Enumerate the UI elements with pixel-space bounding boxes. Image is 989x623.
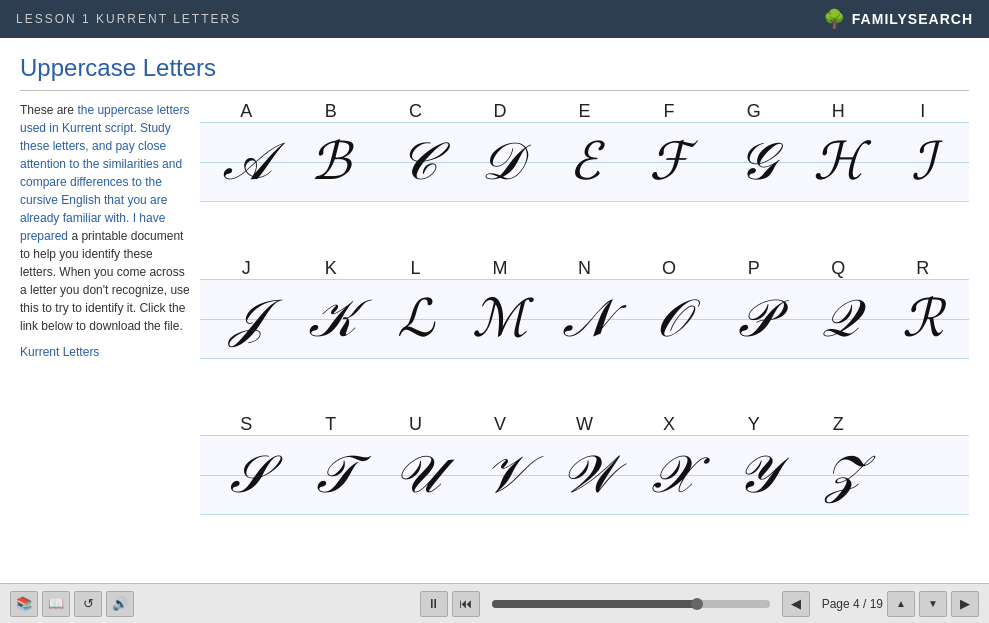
kurrent-M: ℳ xyxy=(458,293,543,345)
print-E: E xyxy=(542,101,627,122)
print-P: P xyxy=(711,258,796,279)
next-page-button[interactable]: ▶ xyxy=(951,591,979,617)
kurrent-T: 𝒯 xyxy=(289,449,374,501)
kurrent-C: 𝒞 xyxy=(373,136,458,188)
print-T: T xyxy=(289,414,374,435)
sidebar-highlight: the uppercase letters used in Kurrent sc… xyxy=(20,103,189,243)
kurrent-Z: 𝒵 xyxy=(796,449,881,501)
progress-fill xyxy=(492,600,700,608)
kurrent-B: ℬ xyxy=(289,136,374,188)
print-U: U xyxy=(373,414,458,435)
bottom-toolbar: 📚 📖 ↺ 🔊 ⏸ ⏮ ◀ Page 4 / 19 ▲ ▼ ▶ xyxy=(0,583,989,623)
progress-thumb xyxy=(691,598,703,610)
print-B: B xyxy=(289,101,374,122)
kurrent-F: ℱ xyxy=(627,136,712,188)
kurrent-W: 𝒲 xyxy=(542,449,627,501)
skip-back-button[interactable]: ⏮ xyxy=(452,591,480,617)
print-Q: Q xyxy=(796,258,881,279)
kurrent-S: 𝒮 xyxy=(204,449,289,501)
kurrent-H: ℋ xyxy=(796,136,881,188)
print-M: M xyxy=(458,258,543,279)
print-C: C xyxy=(373,101,458,122)
library-button[interactable]: 📚 xyxy=(10,591,38,617)
page-down-button[interactable]: ▼ xyxy=(919,591,947,617)
print-letters-row-1: A B C D E F G H I xyxy=(200,101,969,122)
kurrent-K: 𝒦 xyxy=(289,293,374,345)
kurrent-A: 𝒜 xyxy=(204,136,289,188)
print-I: I xyxy=(881,101,966,122)
main-content: Uppercase Letters These are the uppercas… xyxy=(0,38,989,583)
print-F: F xyxy=(627,101,712,122)
book-button[interactable]: 📖 xyxy=(42,591,70,617)
body-content: These are the uppercase letters used in … xyxy=(20,101,969,567)
page-up-button[interactable]: ▲ xyxy=(887,591,915,617)
logo-text: FAMILYSEARCH xyxy=(852,11,973,27)
print-Z: Z xyxy=(796,414,881,435)
kurrent-E: ℰ xyxy=(542,136,627,188)
print-J: J xyxy=(204,258,289,279)
print-K: K xyxy=(289,258,374,279)
print-A: A xyxy=(204,101,289,122)
print-W: W xyxy=(542,414,627,435)
kurrent-D: 𝒟 xyxy=(458,136,543,188)
volume-button[interactable]: 🔊 xyxy=(106,591,134,617)
kurrent-U: 𝒰 xyxy=(373,449,458,501)
kurrent-P: 𝒫 xyxy=(711,293,796,345)
content-area: Uppercase Letters These are the uppercas… xyxy=(0,38,989,583)
kurrent-O: 𝒪 xyxy=(627,293,712,345)
print-X: X xyxy=(627,414,712,435)
letter-row-3: S T U V W X Y Z 𝒮 𝒯 𝒰 𝒱 xyxy=(200,414,969,567)
refresh-button[interactable]: ↺ xyxy=(74,591,102,617)
print-L: L xyxy=(373,258,458,279)
kurrent-Q: 𝒬 xyxy=(796,293,881,345)
letter-row-1: A B C D E F G H I 𝒜 ℬ 𝒞 𝒟 xyxy=(200,101,969,254)
letter-row-2: J K L M N O P Q R 𝒥 𝒦 ℒ ℳ xyxy=(200,258,969,411)
print-R: R xyxy=(881,258,966,279)
print-S: S xyxy=(204,414,289,435)
sidebar-paragraph: These are the uppercase letters used in … xyxy=(20,101,190,335)
kurrent-V: 𝒱 xyxy=(458,449,543,501)
kurrent-letters-link[interactable]: Kurrent Letters xyxy=(20,343,190,361)
print-letters-row-3: S T U V W X Y Z xyxy=(200,414,969,435)
kurrent-G: 𝒢 xyxy=(711,136,796,188)
kurrent-I: ℐ xyxy=(881,136,966,188)
page-info: Page 4 / 19 xyxy=(822,597,883,611)
print-H: H xyxy=(796,101,881,122)
kurrent-X: 𝒳 xyxy=(627,449,712,501)
page-heading: Uppercase Letters xyxy=(20,54,969,91)
kurrent-R: ℛ xyxy=(881,293,966,345)
kurrent-L: ℒ xyxy=(373,293,458,345)
sidebar-text: These are the uppercase letters used in … xyxy=(20,101,190,567)
kurrent-N: 𝒩 xyxy=(542,293,627,345)
tree-icon: 🌳 xyxy=(823,8,846,30)
progress-bar[interactable] xyxy=(492,600,770,608)
lesson-label: LESSON 1 KURRENT LETTERS xyxy=(16,12,241,26)
kurrent-strip-row-2: 𝒥 𝒦 ℒ ℳ 𝒩 𝒪 𝒫 𝒬 ℛ xyxy=(200,279,969,359)
kurrent-strip-row-3: 𝒮 𝒯 𝒰 𝒱 𝒲 𝒳 𝒴 𝒵 xyxy=(200,435,969,515)
print-O: O xyxy=(627,258,712,279)
print-Y: Y xyxy=(711,414,796,435)
kurrent-Y: 𝒴 xyxy=(711,449,796,501)
letter-grid: A B C D E F G H I 𝒜 ℬ 𝒞 𝒟 xyxy=(200,101,969,567)
print-V: V xyxy=(458,414,543,435)
print-D: D xyxy=(458,101,543,122)
prev-page-button[interactable]: ◀ xyxy=(782,591,810,617)
print-letters-row-2: J K L M N O P Q R xyxy=(200,258,969,279)
print-N: N xyxy=(542,258,627,279)
logo: 🌳 FAMILYSEARCH xyxy=(823,8,973,30)
kurrent-strip-row-1: 𝒜 ℬ 𝒞 𝒟 ℰ ℱ 𝒢 ℋ ℐ xyxy=(200,122,969,202)
kurrent-J: 𝒥 xyxy=(204,293,289,345)
pause-button[interactable]: ⏸ xyxy=(420,591,448,617)
print-G: G xyxy=(711,101,796,122)
top-bar: LESSON 1 KURRENT LETTERS 🌳 FAMILYSEARCH xyxy=(0,0,989,38)
